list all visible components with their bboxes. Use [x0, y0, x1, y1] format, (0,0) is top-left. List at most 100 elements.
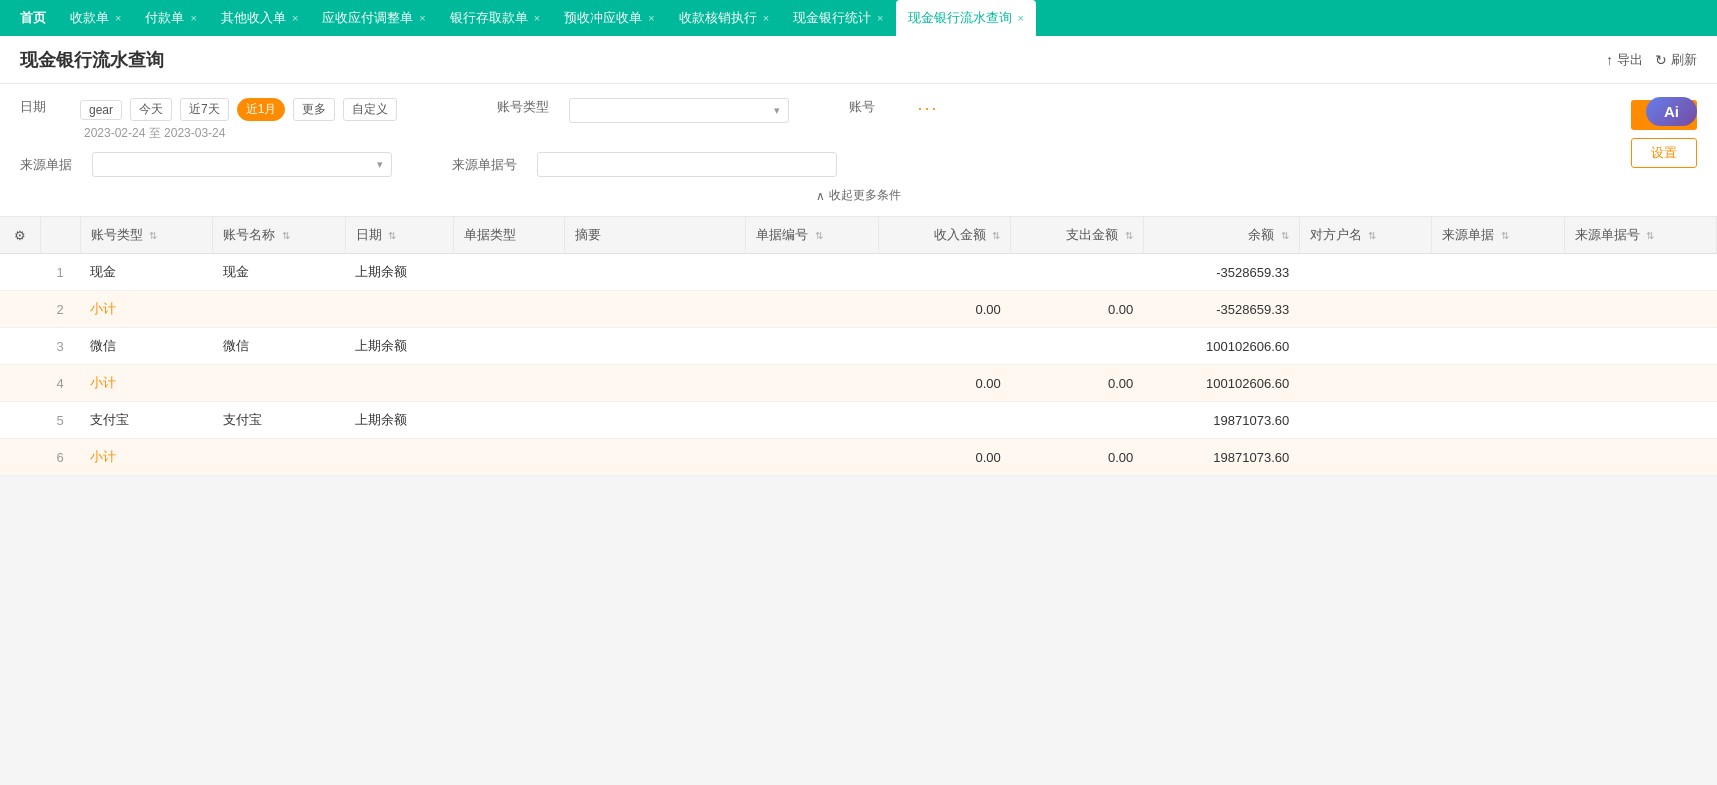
row-expense: 0.00	[1011, 365, 1144, 402]
nav-tab-label-6: 收款核销执行	[679, 9, 757, 27]
export-button[interactable]: ↑ 导出	[1606, 51, 1643, 69]
row-summary	[564, 291, 745, 328]
row-source-doc-no	[1564, 439, 1716, 476]
row-account-name	[213, 439, 346, 476]
nav-tab-8[interactable]: 现金银行流水查询×	[896, 0, 1036, 36]
nav-tab-4[interactable]: 银行存取款单×	[438, 0, 552, 36]
row-account-type: 小计	[80, 439, 213, 476]
row-doc-no	[746, 402, 879, 439]
nav-tab-label-1: 付款单	[145, 9, 184, 27]
nav-tab-close-0[interactable]: ×	[115, 12, 121, 24]
date-btn-more[interactable]: 更多	[293, 98, 335, 121]
nav-tab-7[interactable]: 现金银行统计 ×	[781, 0, 895, 36]
balance-header[interactable]: 余额 ⇅	[1143, 217, 1299, 254]
nav-tab-label-7: 现金银行统计	[793, 9, 871, 27]
row-number: 2	[40, 291, 80, 328]
row-account-type: 支付宝	[80, 402, 213, 439]
date-range: 2023-02-24 至 2023-03-24	[84, 125, 397, 142]
nav-tab-close-1[interactable]: ×	[190, 12, 196, 24]
source-doc-select[interactable]: ▾	[92, 152, 392, 177]
row-source-doc	[1432, 439, 1565, 476]
row-gear	[0, 291, 40, 328]
account-type-label: 账号类型	[497, 98, 549, 116]
doc-no-header[interactable]: 单据编号 ⇅	[746, 217, 879, 254]
nav-tab-label-3: 应收应付调整单	[322, 9, 413, 27]
row-balance: 100102606.60	[1143, 328, 1299, 365]
nav-tab-close-2[interactable]: ×	[292, 12, 298, 24]
date-btn-today[interactable]: 今天	[130, 98, 172, 121]
row-date	[345, 365, 454, 402]
nav-tab-close-7[interactable]: ×	[877, 12, 883, 24]
nav-tab-close-6[interactable]: ×	[763, 12, 769, 24]
settings-button[interactable]: 设置	[1631, 138, 1697, 168]
row-expense	[1011, 254, 1144, 291]
source-doc-no-input[interactable]	[537, 152, 837, 177]
row-counterpart	[1299, 254, 1432, 291]
ai-badge[interactable]: Ai	[1646, 97, 1697, 126]
source-doc-col-header[interactable]: 来源单据 ⇅	[1432, 217, 1565, 254]
income-header[interactable]: 收入金额 ⇅	[878, 217, 1011, 254]
row-source-doc	[1432, 402, 1565, 439]
account-type-header[interactable]: 账号类型 ⇅	[80, 217, 213, 254]
row-source-doc	[1432, 291, 1565, 328]
date-btn-7days[interactable]: 近7天	[180, 98, 229, 121]
row-gear	[0, 328, 40, 365]
collapse-bar[interactable]: ∧ 收起更多条件	[20, 181, 1697, 206]
counterpart-header[interactable]: 对方户名 ⇅	[1299, 217, 1432, 254]
table-row: 1现金现金上期余额-3528659.33	[0, 254, 1717, 291]
row-account-type: 微信	[80, 328, 213, 365]
row-counterpart	[1299, 291, 1432, 328]
row-balance: 100102606.60	[1143, 365, 1299, 402]
row-account-name: 现金	[213, 254, 346, 291]
row-num-header	[40, 217, 80, 254]
nav-home[interactable]: 首页	[8, 0, 58, 36]
sort-icon-date: ⇅	[388, 230, 396, 241]
source-doc-no-col-header[interactable]: 来源单据号 ⇅	[1564, 217, 1716, 254]
table-row: 3微信微信上期余额100102606.60	[0, 328, 1717, 365]
row-expense	[1011, 328, 1144, 365]
nav-tab-close-3[interactable]: ×	[419, 12, 425, 24]
account-dots-button[interactable]: ···	[909, 98, 946, 119]
nav-tab-close-8[interactable]: ×	[1018, 12, 1024, 24]
nav-tab-6[interactable]: 收款核销执行 ×	[667, 0, 781, 36]
nav-tab-2[interactable]: 其他收入单×	[209, 0, 310, 36]
date-btn-1month[interactable]: 近1月	[237, 98, 286, 121]
date-btn-yesterday[interactable]: gear	[80, 100, 122, 120]
table-header-row: ⚙ 账号类型 ⇅ 账号名称 ⇅ 日期 ⇅ 单据类型 摘要 单据编号 ⇅ 收入金额…	[0, 217, 1717, 254]
gear-column-header[interactable]: ⚙	[0, 217, 40, 254]
row-doc-type	[454, 439, 564, 476]
account-type-select[interactable]: ▾	[569, 98, 789, 123]
data-table-container: ⚙ 账号类型 ⇅ 账号名称 ⇅ 日期 ⇅ 单据类型 摘要 单据编号 ⇅ 收入金额…	[0, 217, 1717, 476]
doc-type-header: 单据类型	[454, 217, 564, 254]
date-btn-custom[interactable]: 自定义	[343, 98, 397, 121]
refresh-button[interactable]: ↻ 刷新	[1655, 51, 1697, 69]
row-date	[345, 439, 454, 476]
row-account-name: 支付宝	[213, 402, 346, 439]
row-summary	[564, 439, 745, 476]
nav-tab-5[interactable]: 预收冲应收单×	[552, 0, 666, 36]
account-name-header[interactable]: 账号名称 ⇅	[213, 217, 346, 254]
row-date: 上期余额	[345, 402, 454, 439]
row-summary	[564, 254, 745, 291]
date-buttons: gear 今天 近7天 近1月 更多 自定义	[80, 98, 397, 121]
source-doc-label: 来源单据	[20, 156, 72, 174]
row-gear	[0, 254, 40, 291]
nav-tab-label-0: 收款单	[70, 9, 109, 27]
nav-tab-close-4[interactable]: ×	[534, 12, 540, 24]
row-balance: 19871073.60	[1143, 402, 1299, 439]
top-navigation: 首页 收款单×付款单×其他收入单×应收应付调整单×银行存取款单×预收冲应收单×收…	[0, 0, 1717, 36]
row-account-name	[213, 291, 346, 328]
summary-header: 摘要	[564, 217, 745, 254]
source-doc-chevron-icon: ▾	[377, 158, 383, 171]
row-source-doc-no	[1564, 291, 1716, 328]
nav-tab-close-5[interactable]: ×	[648, 12, 654, 24]
expense-header[interactable]: 支出金额 ⇅	[1011, 217, 1144, 254]
nav-tab-0[interactable]: 收款单 ×	[58, 0, 133, 36]
row-doc-type	[454, 365, 564, 402]
nav-tab-1[interactable]: 付款单 ×	[133, 0, 208, 36]
date-header[interactable]: 日期 ⇅	[345, 217, 454, 254]
nav-tab-3[interactable]: 应收应付调整单 ×	[310, 0, 437, 36]
row-balance: -3528659.33	[1143, 291, 1299, 328]
row-income	[878, 402, 1011, 439]
refresh-icon: ↻	[1655, 52, 1667, 68]
